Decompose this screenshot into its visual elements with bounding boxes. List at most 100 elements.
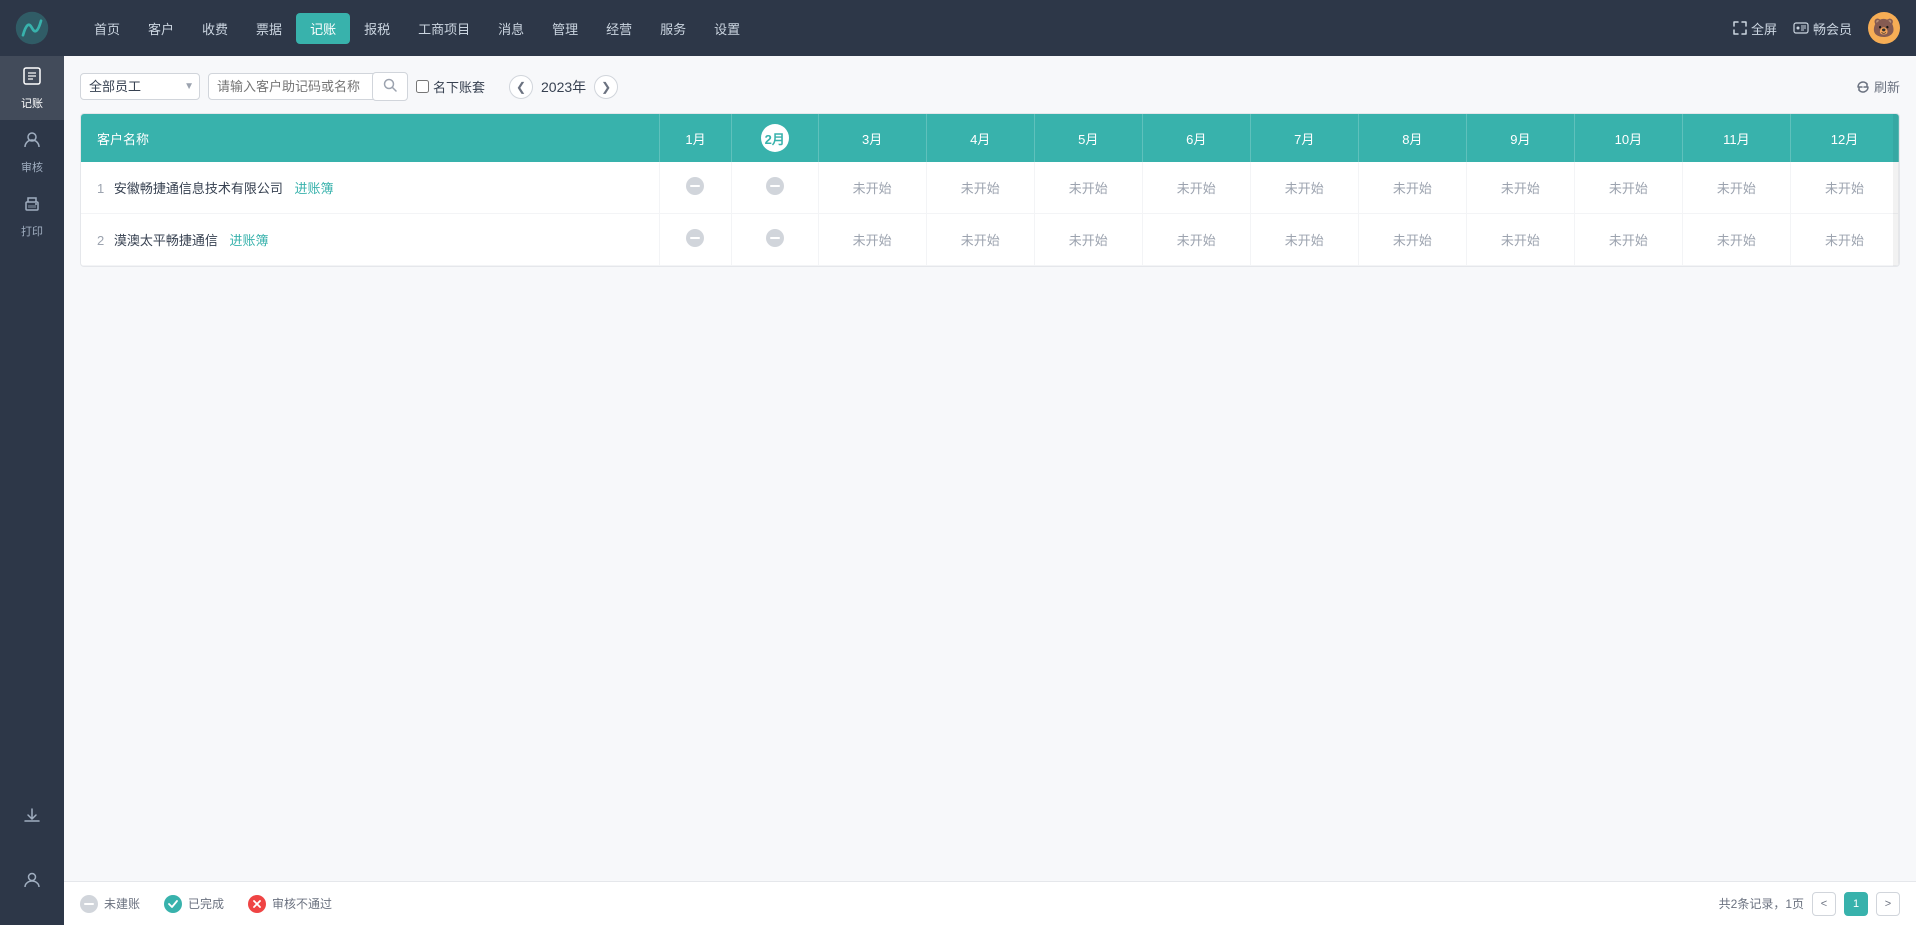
legend-red-dot [248,895,266,913]
row-number: 1 [97,181,104,196]
sidebar-item-label: 记账 [21,95,43,111]
sidebar-item-label: 审核 [21,159,43,175]
nav-right: 全屏 畅会员 🐻 [1733,12,1900,44]
month-1 [660,214,732,266]
sidebar-item-print[interactable]: 打印 [0,184,64,248]
fullscreen-button[interactable]: 全屏 [1733,19,1777,38]
col-jun: 6月 [1142,114,1250,162]
legend-not-built-label: 未建账 [104,895,140,912]
col-aug: 8月 [1358,114,1466,162]
accounting-icon [22,66,42,91]
month-10: 未开始 [1574,214,1682,266]
col-feb: 2月 [731,114,818,162]
sidebar-bottom [0,785,64,925]
month-6: 未开始 [1142,162,1250,214]
toolbar: 全部员工 ▼ 名下账套 ❮ 2023年 ❯ [80,72,1900,101]
enter-ledger-link[interactable]: 进账簿 [230,233,269,248]
top-nav: 首页 客户 收费 票据 记账 报税 工商项目 消息 管理 经营 服务 设置 全屏 [64,0,1916,56]
download-icon [22,806,42,829]
enter-ledger-link[interactable]: 进账簿 [295,181,334,196]
nav-manage[interactable]: 管理 [538,13,592,44]
col-dec: 12月 [1790,114,1898,162]
status-dash-icon [765,228,785,248]
next-page-button[interactable]: > [1876,892,1900,916]
month-11: 未开始 [1682,214,1790,266]
audit-icon [22,130,42,155]
print-icon [22,194,42,219]
status-dash-icon [765,176,785,196]
month-2 [731,162,818,214]
sidebar: 记账 审核 打印 [0,0,64,925]
sidebar-item-accounting[interactable]: 记账 [0,56,64,120]
footer: 未建账 已完成 审核不通过 共2条记录，1页 < 1 > [64,881,1916,925]
search-button[interactable] [372,72,408,101]
col-mar: 3月 [818,114,926,162]
main-area: 首页 客户 收费 票据 记账 报税 工商项目 消息 管理 经营 服务 设置 全屏 [64,0,1916,925]
employee-select-wrapper: 全部员工 ▼ [80,73,200,100]
member-label: 畅会员 [1813,19,1852,38]
table-row: 1 安徽畅捷通信息技术有限公司 进账簿 [81,162,1899,214]
avatar[interactable]: 🐻 [1868,12,1900,44]
legend-grey-dot [80,895,98,913]
member-button[interactable]: 畅会员 [1793,19,1852,38]
current-month-badge: 2月 [761,124,789,152]
checkbox-text: 名下账套 [433,77,485,96]
legend-teal-dot [164,895,182,913]
sidebar-item-user[interactable] [0,849,64,913]
nav-message[interactable]: 消息 [484,13,538,44]
month-6: 未开始 [1142,214,1250,266]
next-year-button[interactable]: ❯ [594,75,618,99]
my-accounts-checkbox[interactable] [416,80,429,93]
month-4: 未开始 [926,214,1034,266]
col-client-name: 客户名称 [81,114,660,162]
month-7: 未开始 [1250,162,1358,214]
nav-tax[interactable]: 报税 [350,13,404,44]
month-8: 未开始 [1358,214,1466,266]
nav-operation[interactable]: 经营 [592,13,646,44]
month-3: 未开始 [818,214,926,266]
checkbox-label[interactable]: 名下账套 [416,77,485,96]
legend-completed: 已完成 [164,895,224,913]
app-logo [0,0,64,56]
prev-page-button[interactable]: < [1812,892,1836,916]
month-12: 未开始 [1790,162,1898,214]
nav-business[interactable]: 工商项目 [404,13,484,44]
content-area: 全部员工 ▼ 名下账套 ❮ 2023年 ❯ [64,56,1916,881]
month-9: 未开始 [1466,162,1574,214]
nav-invoice[interactable]: 票据 [242,13,296,44]
user-icon [22,870,42,893]
status-dash-icon [685,176,705,196]
pagination-info: 共2条记录，1页 [1719,895,1804,912]
month-10: 未开始 [1574,162,1682,214]
month-11: 未开始 [1682,162,1790,214]
col-sep: 9月 [1466,114,1574,162]
legend-completed-label: 已完成 [188,895,224,912]
col-nov: 11月 [1682,114,1790,162]
prev-year-button[interactable]: ❮ [509,75,533,99]
page-1-button[interactable]: 1 [1844,892,1868,916]
employee-select[interactable]: 全部员工 [80,73,200,100]
legend-not-built: 未建账 [80,895,140,913]
sidebar-item-audit[interactable]: 审核 [0,120,64,184]
month-3: 未开始 [818,162,926,214]
col-oct: 10月 [1574,114,1682,162]
nav-accounting[interactable]: 记账 [296,13,350,44]
month-2 [731,214,818,266]
sidebar-item-download[interactable] [0,785,64,849]
refresh-button[interactable]: 刷新 [1856,77,1900,96]
month-1 [660,162,732,214]
table-header-row: 客户名称 1月 2月 3月 4月 5月 6月 7月 8月 9月 10月 11月 … [81,114,1899,162]
month-12: 未开始 [1790,214,1898,266]
nav-settings[interactable]: 设置 [700,13,754,44]
nav-home[interactable]: 首页 [80,13,134,44]
table-row: 2 漠澳太平畅捷通信 进账簿 [81,214,1899,266]
sidebar-item-label: 打印 [21,223,43,239]
fullscreen-label: 全屏 [1751,19,1777,38]
month-9: 未开始 [1466,214,1574,266]
nav-service[interactable]: 服务 [646,13,700,44]
month-4: 未开始 [926,162,1034,214]
status-dash-icon [685,228,705,248]
nav-fee[interactable]: 收费 [188,13,242,44]
legend-rejected: 审核不通过 [248,895,332,913]
nav-client[interactable]: 客户 [134,13,188,44]
